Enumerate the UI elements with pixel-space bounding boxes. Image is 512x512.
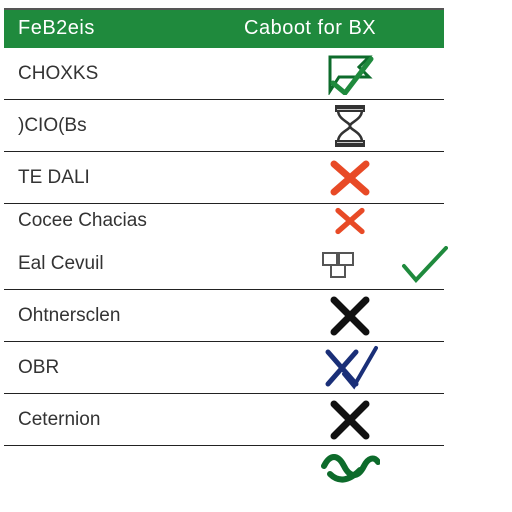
x-red-icon: [320, 155, 380, 201]
row-status-cell[interactable]: [256, 204, 444, 238]
row-status-cell[interactable]: [256, 48, 444, 99]
row-label: Ohtnersclen: [4, 290, 256, 341]
row-status-cell[interactable]: [256, 290, 444, 341]
row-label: )CIO(Bs: [4, 100, 256, 151]
checkbox-icon: [311, 241, 371, 287]
row-label: OBR: [4, 342, 256, 393]
row-status-cell[interactable]: [256, 152, 444, 203]
table-row: CHOXKS: [4, 48, 444, 100]
row-label: Eal Cevuil: [4, 238, 256, 289]
x-blue-tick-icon: [320, 345, 380, 391]
row-label: CHOXKS: [4, 48, 256, 99]
row-status-cell[interactable]: [256, 446, 444, 486]
row-status-cell[interactable]: [256, 394, 444, 445]
table-row: Cocee Chacias: [4, 204, 444, 238]
scribble-check-icon: [320, 443, 380, 489]
header-right: Caboot for BX: [244, 10, 444, 47]
check-flag-icon: [320, 51, 380, 97]
check-green-icon: [400, 246, 448, 286]
hourglass-icon: [320, 103, 380, 149]
row-status-cell[interactable]: [256, 100, 444, 151]
table-row: [4, 446, 444, 486]
table-row: Eal Cevuil: [4, 238, 444, 290]
row-label: TE DALI: [4, 152, 256, 203]
row-status-cell[interactable]: [256, 342, 444, 393]
header-left: FeB2eis: [4, 10, 244, 47]
table-row: )CIO(Bs: [4, 100, 444, 152]
x-black-icon: [320, 397, 380, 443]
table-row: OBR: [4, 342, 444, 394]
x-black-icon: [320, 293, 380, 339]
row-label: Cocee Chacias: [4, 204, 256, 238]
table-row: Ohtnersclen: [4, 290, 444, 342]
row-status-cell[interactable]: [256, 238, 444, 289]
row-label: [4, 446, 256, 486]
row-label: Ceternion: [4, 394, 256, 445]
checklist-table: FeB2eis Caboot for BX CHOXKS )CIO(Bs: [4, 8, 444, 486]
table-row: TE DALI: [4, 152, 444, 204]
table-header: FeB2eis Caboot for BX: [4, 10, 444, 48]
table-row: Ceternion: [4, 394, 444, 446]
